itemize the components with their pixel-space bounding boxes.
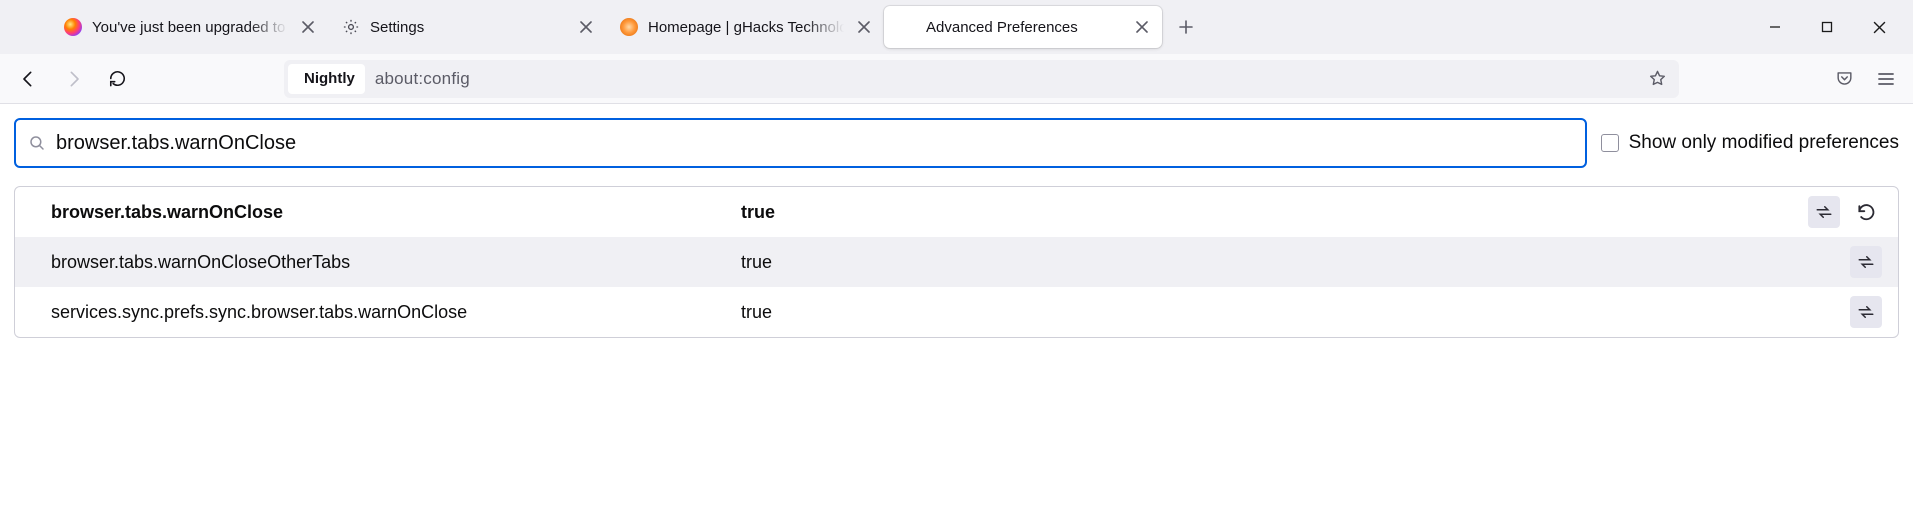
pref-value: true <box>741 252 1850 273</box>
close-icon[interactable] <box>576 17 596 37</box>
show-only-modified-label: Show only modified preferences <box>1629 132 1899 154</box>
firefox-icon <box>64 18 82 36</box>
identity-label: Nightly <box>304 70 355 87</box>
maximize-button[interactable] <box>1801 7 1853 47</box>
url-text: about:config <box>371 69 1643 89</box>
about-config-page: Show only modified preferences browser.t… <box>0 104 1913 352</box>
pref-search-box[interactable] <box>14 118 1587 168</box>
pref-row[interactable]: browser.tabs.warnOnClose true <box>15 187 1898 237</box>
window-close-button[interactable] <box>1853 7 1905 47</box>
pref-row[interactable]: services.sync.prefs.sync.browser.tabs.wa… <box>15 287 1898 337</box>
tab-bar: You've just been upgraded to Firefox Set… <box>0 0 1913 54</box>
pref-name: browser.tabs.warnOnClose <box>51 202 741 223</box>
window-controls <box>1749 7 1905 47</box>
identity-box[interactable]: Nightly <box>288 64 365 94</box>
pref-name: services.sync.prefs.sync.browser.tabs.wa… <box>51 302 741 323</box>
new-tab-button[interactable] <box>1168 9 1204 45</box>
tab-settings[interactable]: Settings <box>328 6 606 48</box>
tab-title: Settings <box>370 19 566 36</box>
pref-search-input[interactable] <box>56 132 1573 155</box>
reload-button[interactable] <box>100 62 134 96</box>
save-to-pocket-icon[interactable] <box>1829 64 1859 94</box>
tab-title: Advanced Preferences <box>926 19 1122 36</box>
tab-upgraded[interactable]: You've just been upgraded to Firefox <box>50 6 328 48</box>
tab-advanced-preferences[interactable]: Advanced Preferences <box>884 6 1162 48</box>
forward-button[interactable] <box>56 62 90 96</box>
pref-value: true <box>741 302 1850 323</box>
app-menu-icon[interactable] <box>1871 64 1901 94</box>
show-only-modified-toggle[interactable]: Show only modified preferences <box>1601 132 1899 154</box>
tab-ghacks[interactable]: Homepage | gHacks Technology News <box>606 6 884 48</box>
gear-icon <box>342 18 360 36</box>
nav-toolbar: Nightly about:config <box>0 54 1913 104</box>
bookmark-star-icon[interactable] <box>1643 65 1671 93</box>
checkbox-icon[interactable] <box>1601 134 1619 152</box>
back-button[interactable] <box>12 62 46 96</box>
pref-value: true <box>741 202 1808 223</box>
reset-button[interactable] <box>1850 196 1882 228</box>
search-icon <box>28 134 46 152</box>
tab-title: You've just been upgraded to Firefox <box>92 19 288 36</box>
blank-icon <box>898 18 916 36</box>
close-icon[interactable] <box>1132 17 1152 37</box>
pref-table: browser.tabs.warnOnClose true browser.ta… <box>14 186 1899 338</box>
close-icon[interactable] <box>298 17 318 37</box>
toggle-button[interactable] <box>1850 246 1882 278</box>
tab-title: Homepage | gHacks Technology News <box>648 19 844 36</box>
close-icon[interactable] <box>854 17 874 37</box>
ghacks-icon <box>620 18 638 36</box>
pref-name: browser.tabs.warnOnCloseOtherTabs <box>51 252 741 273</box>
url-bar[interactable]: Nightly about:config <box>284 60 1679 98</box>
minimize-button[interactable] <box>1749 7 1801 47</box>
toggle-button[interactable] <box>1808 196 1840 228</box>
toggle-button[interactable] <box>1850 296 1882 328</box>
pref-row[interactable]: browser.tabs.warnOnCloseOtherTabs true <box>15 237 1898 287</box>
